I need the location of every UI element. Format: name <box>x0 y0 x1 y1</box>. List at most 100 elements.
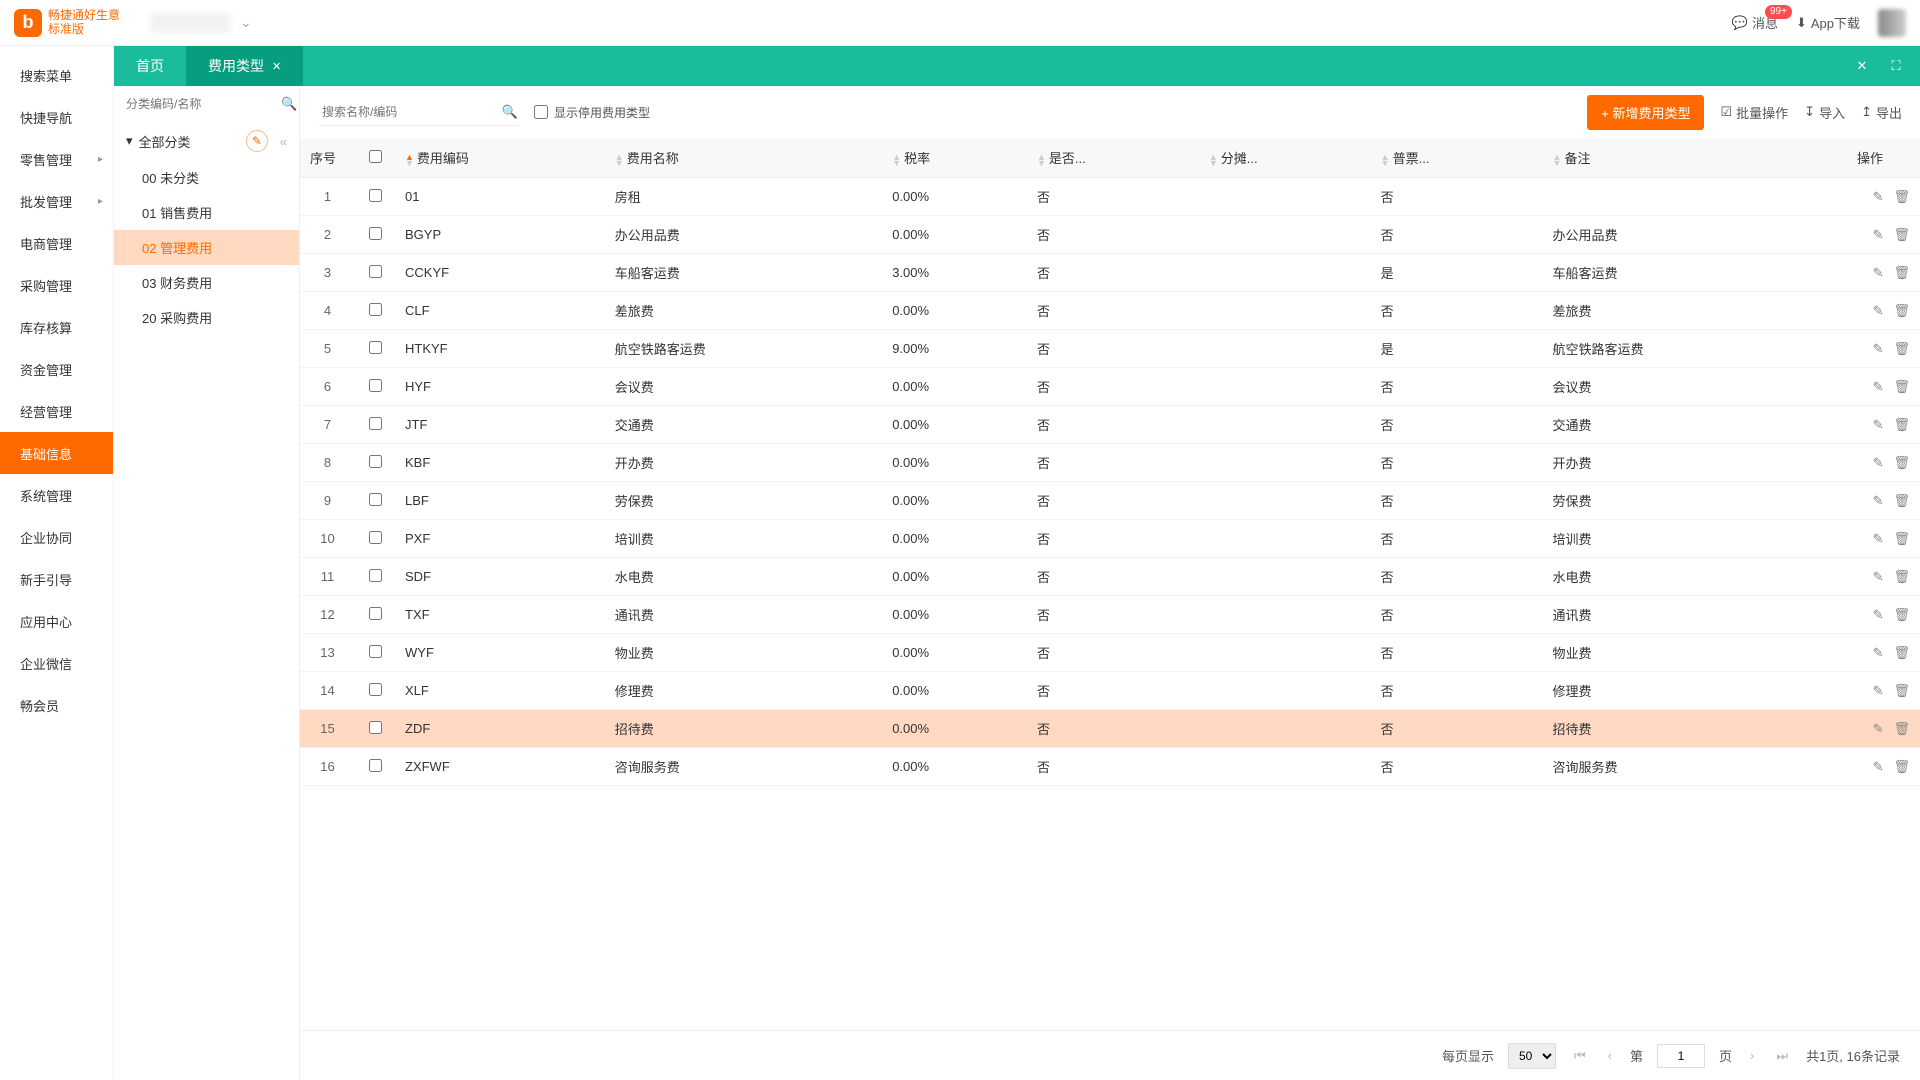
show-disabled-input[interactable] <box>534 105 548 119</box>
row-checkbox[interactable] <box>369 265 382 278</box>
delete-icon[interactable]: 🗑 <box>1893 531 1910 546</box>
show-disabled-checkbox[interactable]: 显示停用费用类型 <box>534 104 650 121</box>
col-code[interactable]: ▲▼费用编码 <box>395 138 605 178</box>
sidebar-item-2[interactable]: 零售管理 <box>0 138 113 180</box>
table-row[interactable]: 13WYF物业费0.00%否否物业费✎🗑 <box>300 634 1920 672</box>
table-row[interactable]: 6HYF会议费0.00%否否会议费✎🗑 <box>300 368 1920 406</box>
col-note[interactable]: ▲▼备注 <box>1543 138 1820 178</box>
delete-icon[interactable]: 🗑 <box>1893 303 1910 318</box>
row-checkbox[interactable] <box>369 607 382 620</box>
delete-icon[interactable]: 🗑 <box>1893 417 1910 432</box>
tree-expand-icon[interactable]: ▾ <box>126 133 133 149</box>
import-button[interactable]: ↧导入 <box>1804 103 1845 122</box>
edit-icon[interactable]: ✎ <box>1873 493 1884 508</box>
cell-checkbox[interactable] <box>355 710 395 748</box>
export-button[interactable]: ↥导出 <box>1861 103 1902 122</box>
cell-checkbox[interactable] <box>355 634 395 672</box>
category-item-2[interactable]: 02 管理费用 <box>114 230 299 265</box>
edit-icon[interactable]: ✎ <box>1873 189 1884 204</box>
sidebar-item-11[interactable]: 企业协同 <box>0 516 113 558</box>
category-item-0[interactable]: 00 未分类 <box>114 160 299 195</box>
col-split[interactable]: ▲▼分摊... <box>1199 138 1371 178</box>
search-input[interactable] <box>318 99 518 126</box>
messages-button[interactable]: 💬 消息 99+ <box>1732 13 1778 32</box>
tab-1[interactable]: 费用类型✕ <box>186 46 303 86</box>
sidebar-item-7[interactable]: 资金管理 <box>0 348 113 390</box>
sidebar-item-5[interactable]: 采购管理 <box>0 264 113 306</box>
sidebar-item-8[interactable]: 经营管理 <box>0 390 113 432</box>
cell-checkbox[interactable] <box>355 672 395 710</box>
category-item-3[interactable]: 03 财务费用 <box>114 265 299 300</box>
table-row[interactable]: 15ZDF招待费0.00%否否招待费✎🗑 <box>300 710 1920 748</box>
edit-icon[interactable]: ✎ <box>1873 759 1884 774</box>
table-row[interactable]: 14XLF修理费0.00%否否修理费✎🗑 <box>300 672 1920 710</box>
category-search-input[interactable] <box>126 97 281 111</box>
cell-checkbox[interactable] <box>355 482 395 520</box>
row-checkbox[interactable] <box>369 569 382 582</box>
table-row[interactable]: 9LBF劳保费0.00%否否劳保费✎🗑 <box>300 482 1920 520</box>
edit-icon[interactable]: ✎ <box>1873 721 1884 736</box>
cell-checkbox[interactable] <box>355 216 395 254</box>
sidebar-item-6[interactable]: 库存核算 <box>0 306 113 348</box>
row-checkbox[interactable] <box>369 227 382 240</box>
row-checkbox[interactable] <box>369 645 382 658</box>
edit-icon[interactable]: ✎ <box>1873 683 1884 698</box>
page-input[interactable] <box>1657 1044 1705 1068</box>
org-selector[interactable]: ⌄ <box>150 13 252 33</box>
cell-checkbox[interactable] <box>355 558 395 596</box>
row-checkbox[interactable] <box>369 189 382 202</box>
table-row[interactable]: 11SDF水电费0.00%否否水电费✎🗑 <box>300 558 1920 596</box>
delete-icon[interactable]: 🗑 <box>1893 455 1910 470</box>
col-is[interactable]: ▲▼是否... <box>1027 138 1199 178</box>
row-checkbox[interactable] <box>369 379 382 392</box>
table-row[interactable]: 12TXF通讯费0.00%否否通讯费✎🗑 <box>300 596 1920 634</box>
cell-checkbox[interactable] <box>355 292 395 330</box>
page-next-icon[interactable]: › <box>1746 1048 1758 1063</box>
row-checkbox[interactable] <box>369 493 382 506</box>
tab-0[interactable]: 首页 <box>114 46 186 86</box>
sidebar-item-0[interactable]: 搜索菜单 <box>0 54 113 96</box>
row-checkbox[interactable] <box>369 759 382 772</box>
table-row[interactable]: 3CCKYF车船客运费3.00%否是车船客运费✎🗑 <box>300 254 1920 292</box>
fullscreen-icon[interactable]: ⛶ <box>1884 54 1908 78</box>
row-checkbox[interactable] <box>369 455 382 468</box>
delete-icon[interactable]: 🗑 <box>1893 683 1910 698</box>
edit-icon[interactable]: ✎ <box>1873 303 1884 318</box>
delete-icon[interactable]: 🗑 <box>1893 721 1910 736</box>
edit-icon[interactable]: ✎ <box>1873 455 1884 470</box>
col-seq[interactable]: 序号 <box>300 138 355 178</box>
close-icon[interactable]: ✕ <box>272 60 281 73</box>
category-item-4[interactable]: 20 采购费用 <box>114 300 299 335</box>
sidebar-item-9[interactable]: 基础信息 <box>0 432 113 474</box>
delete-icon[interactable]: 🗑 <box>1893 227 1910 242</box>
bulk-action-button[interactable]: ☑批量操作 <box>1720 103 1788 122</box>
row-checkbox[interactable] <box>369 303 382 316</box>
cell-checkbox[interactable] <box>355 520 395 558</box>
col-rate[interactable]: ▲▼税率 <box>882 138 1027 178</box>
col-pu[interactable]: ▲▼普票... <box>1371 138 1543 178</box>
tab-close-all-icon[interactable]: ✕ <box>1850 54 1874 78</box>
row-checkbox[interactable] <box>369 417 382 430</box>
search-icon[interactable]: 🔍 <box>281 96 297 112</box>
avatar[interactable] <box>1878 9 1906 37</box>
app-download-button[interactable]: ⬇ App下载 <box>1796 13 1860 32</box>
table-row[interactable]: 5HTKYF航空铁路客运费9.00%否是航空铁路客运费✎🗑 <box>300 330 1920 368</box>
select-all-checkbox[interactable] <box>369 150 382 163</box>
delete-icon[interactable]: 🗑 <box>1893 341 1910 356</box>
edit-icon[interactable]: ✎ <box>1873 607 1884 622</box>
table-row[interactable]: 2BGYP办公用品费0.00%否否办公用品费✎🗑 <box>300 216 1920 254</box>
cell-checkbox[interactable] <box>355 596 395 634</box>
edit-icon[interactable]: ✎ <box>1873 531 1884 546</box>
row-checkbox[interactable] <box>369 531 382 544</box>
sidebar-item-13[interactable]: 应用中心 <box>0 600 113 642</box>
delete-icon[interactable]: 🗑 <box>1893 759 1910 774</box>
table-row[interactable]: 7JTF交通费0.00%否否交通费✎🗑 <box>300 406 1920 444</box>
edit-icon[interactable]: ✎ <box>1873 227 1884 242</box>
per-page-select[interactable]: 50 <box>1508 1043 1556 1069</box>
add-button[interactable]: + 新增费用类型 <box>1587 95 1704 130</box>
edit-icon[interactable]: ✎ <box>1873 569 1884 584</box>
delete-icon[interactable]: 🗑 <box>1893 569 1910 584</box>
col-name[interactable]: ▲▼费用名称 <box>605 138 882 178</box>
table-row[interactable]: 101房租0.00%否否✎🗑 <box>300 178 1920 216</box>
sidebar-item-12[interactable]: 新手引导 <box>0 558 113 600</box>
